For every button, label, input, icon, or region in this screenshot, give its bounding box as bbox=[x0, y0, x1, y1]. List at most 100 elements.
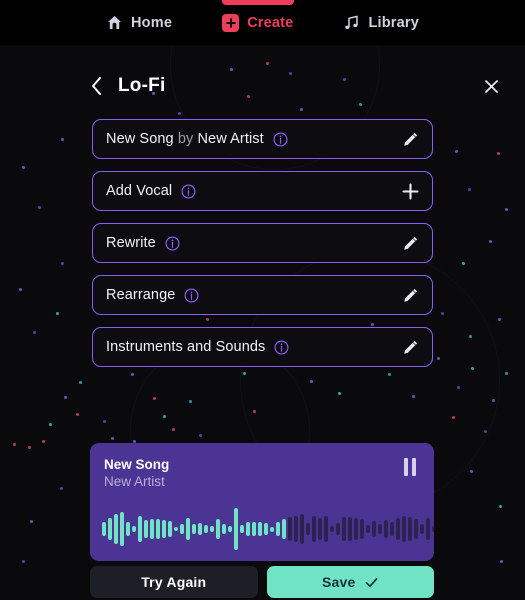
info-icon[interactable] bbox=[274, 339, 289, 355]
waveform[interactable] bbox=[102, 503, 434, 555]
waveform-bar bbox=[294, 516, 298, 542]
action-bar: Try Again Save bbox=[90, 566, 434, 598]
background-star bbox=[412, 395, 415, 398]
waveform-bar bbox=[306, 523, 310, 535]
option-label-new-song: New Song by New Artist bbox=[106, 131, 264, 147]
option-label-rewrite: Rewrite bbox=[106, 235, 156, 251]
waveform-bar bbox=[144, 520, 148, 538]
close-button[interactable] bbox=[479, 74, 503, 98]
page-title: Lo-Fi bbox=[118, 75, 166, 96]
waveform-bar bbox=[432, 526, 434, 532]
waveform-bar bbox=[198, 523, 202, 535]
background-star bbox=[455, 150, 458, 153]
try-again-button[interactable]: Try Again bbox=[90, 566, 258, 598]
background-star bbox=[484, 430, 487, 433]
waveform-bar bbox=[204, 525, 208, 533]
background-star bbox=[457, 386, 460, 389]
nav-item-home[interactable]: Home bbox=[104, 0, 174, 45]
pencil-icon bbox=[403, 340, 417, 354]
info-icon[interactable] bbox=[165, 235, 180, 251]
music-note-icon bbox=[343, 14, 360, 31]
save-button[interactable]: Save bbox=[266, 566, 434, 598]
waveform-bar bbox=[342, 517, 346, 541]
waveform-bar bbox=[174, 527, 178, 531]
waveform-bar bbox=[420, 524, 424, 534]
waveform-bar bbox=[234, 508, 238, 550]
background-star bbox=[79, 381, 82, 384]
background-star bbox=[470, 470, 473, 473]
edit-button[interactable] bbox=[399, 232, 421, 254]
waveform-bar bbox=[378, 524, 382, 534]
waveform-bar bbox=[168, 521, 172, 537]
option-row-instruments-and-sounds[interactable]: Instruments and Sounds bbox=[92, 327, 433, 367]
waveform-bar bbox=[354, 518, 358, 540]
background-star bbox=[61, 138, 64, 141]
info-icon[interactable] bbox=[181, 183, 196, 199]
edit-button[interactable] bbox=[399, 128, 421, 150]
nav-item-create-label: Create bbox=[247, 14, 294, 31]
edit-button[interactable] bbox=[399, 336, 421, 358]
background-star bbox=[505, 372, 508, 375]
waveform-bar bbox=[414, 519, 418, 539]
background-star bbox=[499, 505, 502, 508]
waveform-bar bbox=[240, 525, 244, 533]
options-list: New Song by New Artist Add Vocal Rewrite… bbox=[92, 119, 433, 367]
top-navigation: Home Create Library bbox=[0, 0, 525, 45]
waveform-bar bbox=[216, 519, 220, 539]
check-icon bbox=[365, 577, 377, 587]
option-label-instruments-and-sounds: Instruments and Sounds bbox=[106, 339, 266, 355]
waveform-bar bbox=[252, 522, 256, 536]
back-button[interactable] bbox=[90, 73, 112, 99]
background-star bbox=[462, 262, 465, 265]
add-button[interactable] bbox=[399, 180, 421, 202]
background-star bbox=[22, 560, 25, 563]
chevron-left-icon bbox=[92, 77, 101, 95]
background-star bbox=[64, 396, 67, 399]
waveform-bar bbox=[348, 517, 352, 541]
option-row-rewrite[interactable]: Rewrite bbox=[92, 223, 433, 263]
waveform-bar bbox=[114, 514, 118, 544]
waveform-bar bbox=[318, 518, 322, 540]
app-root: Home Create Library Lo-Fi New Song by Ne… bbox=[0, 0, 525, 600]
waveform-bar bbox=[396, 518, 400, 540]
background-star bbox=[489, 240, 492, 243]
nav-item-create[interactable]: Create bbox=[220, 0, 295, 45]
background-star bbox=[437, 357, 440, 360]
option-row-rearrange[interactable]: Rearrange bbox=[92, 275, 433, 315]
nav-item-library[interactable]: Library bbox=[341, 0, 421, 45]
nav-item-home-label: Home bbox=[131, 14, 173, 31]
background-star bbox=[163, 415, 166, 418]
plus-icon bbox=[222, 13, 240, 32]
option-row-add-vocal[interactable]: Add Vocal bbox=[92, 171, 433, 211]
waveform-bar bbox=[126, 522, 130, 536]
waveform-bar bbox=[102, 522, 106, 536]
option-row-new-song[interactable]: New Song by New Artist bbox=[92, 119, 433, 159]
background-star bbox=[76, 413, 79, 416]
waveform-bar bbox=[384, 520, 388, 538]
waveform-bar bbox=[108, 518, 112, 540]
waveform-bar bbox=[402, 516, 406, 542]
background-star bbox=[56, 312, 59, 315]
home-icon bbox=[106, 14, 123, 31]
background-star bbox=[505, 208, 508, 211]
pause-bar-right bbox=[412, 458, 416, 476]
waveform-bar bbox=[192, 524, 196, 534]
try-again-label: Try Again bbox=[141, 574, 207, 590]
waveform-bar bbox=[120, 512, 124, 546]
waveform-bar bbox=[324, 516, 328, 542]
waveform-bar bbox=[264, 523, 268, 535]
waveform-bar bbox=[180, 524, 184, 534]
waveform-bar bbox=[330, 526, 334, 532]
background-star bbox=[497, 152, 500, 155]
waveform-bar bbox=[312, 516, 316, 542]
waveform-bar bbox=[300, 514, 304, 544]
edit-button[interactable] bbox=[399, 284, 421, 306]
waveform-bar bbox=[270, 526, 274, 532]
background-star bbox=[61, 262, 64, 265]
info-icon[interactable] bbox=[184, 287, 199, 303]
info-icon[interactable] bbox=[273, 131, 288, 147]
background-star bbox=[189, 400, 192, 403]
close-icon bbox=[484, 79, 498, 93]
player-card[interactable]: New Song New Artist bbox=[90, 443, 434, 561]
pause-icon[interactable] bbox=[400, 457, 420, 477]
